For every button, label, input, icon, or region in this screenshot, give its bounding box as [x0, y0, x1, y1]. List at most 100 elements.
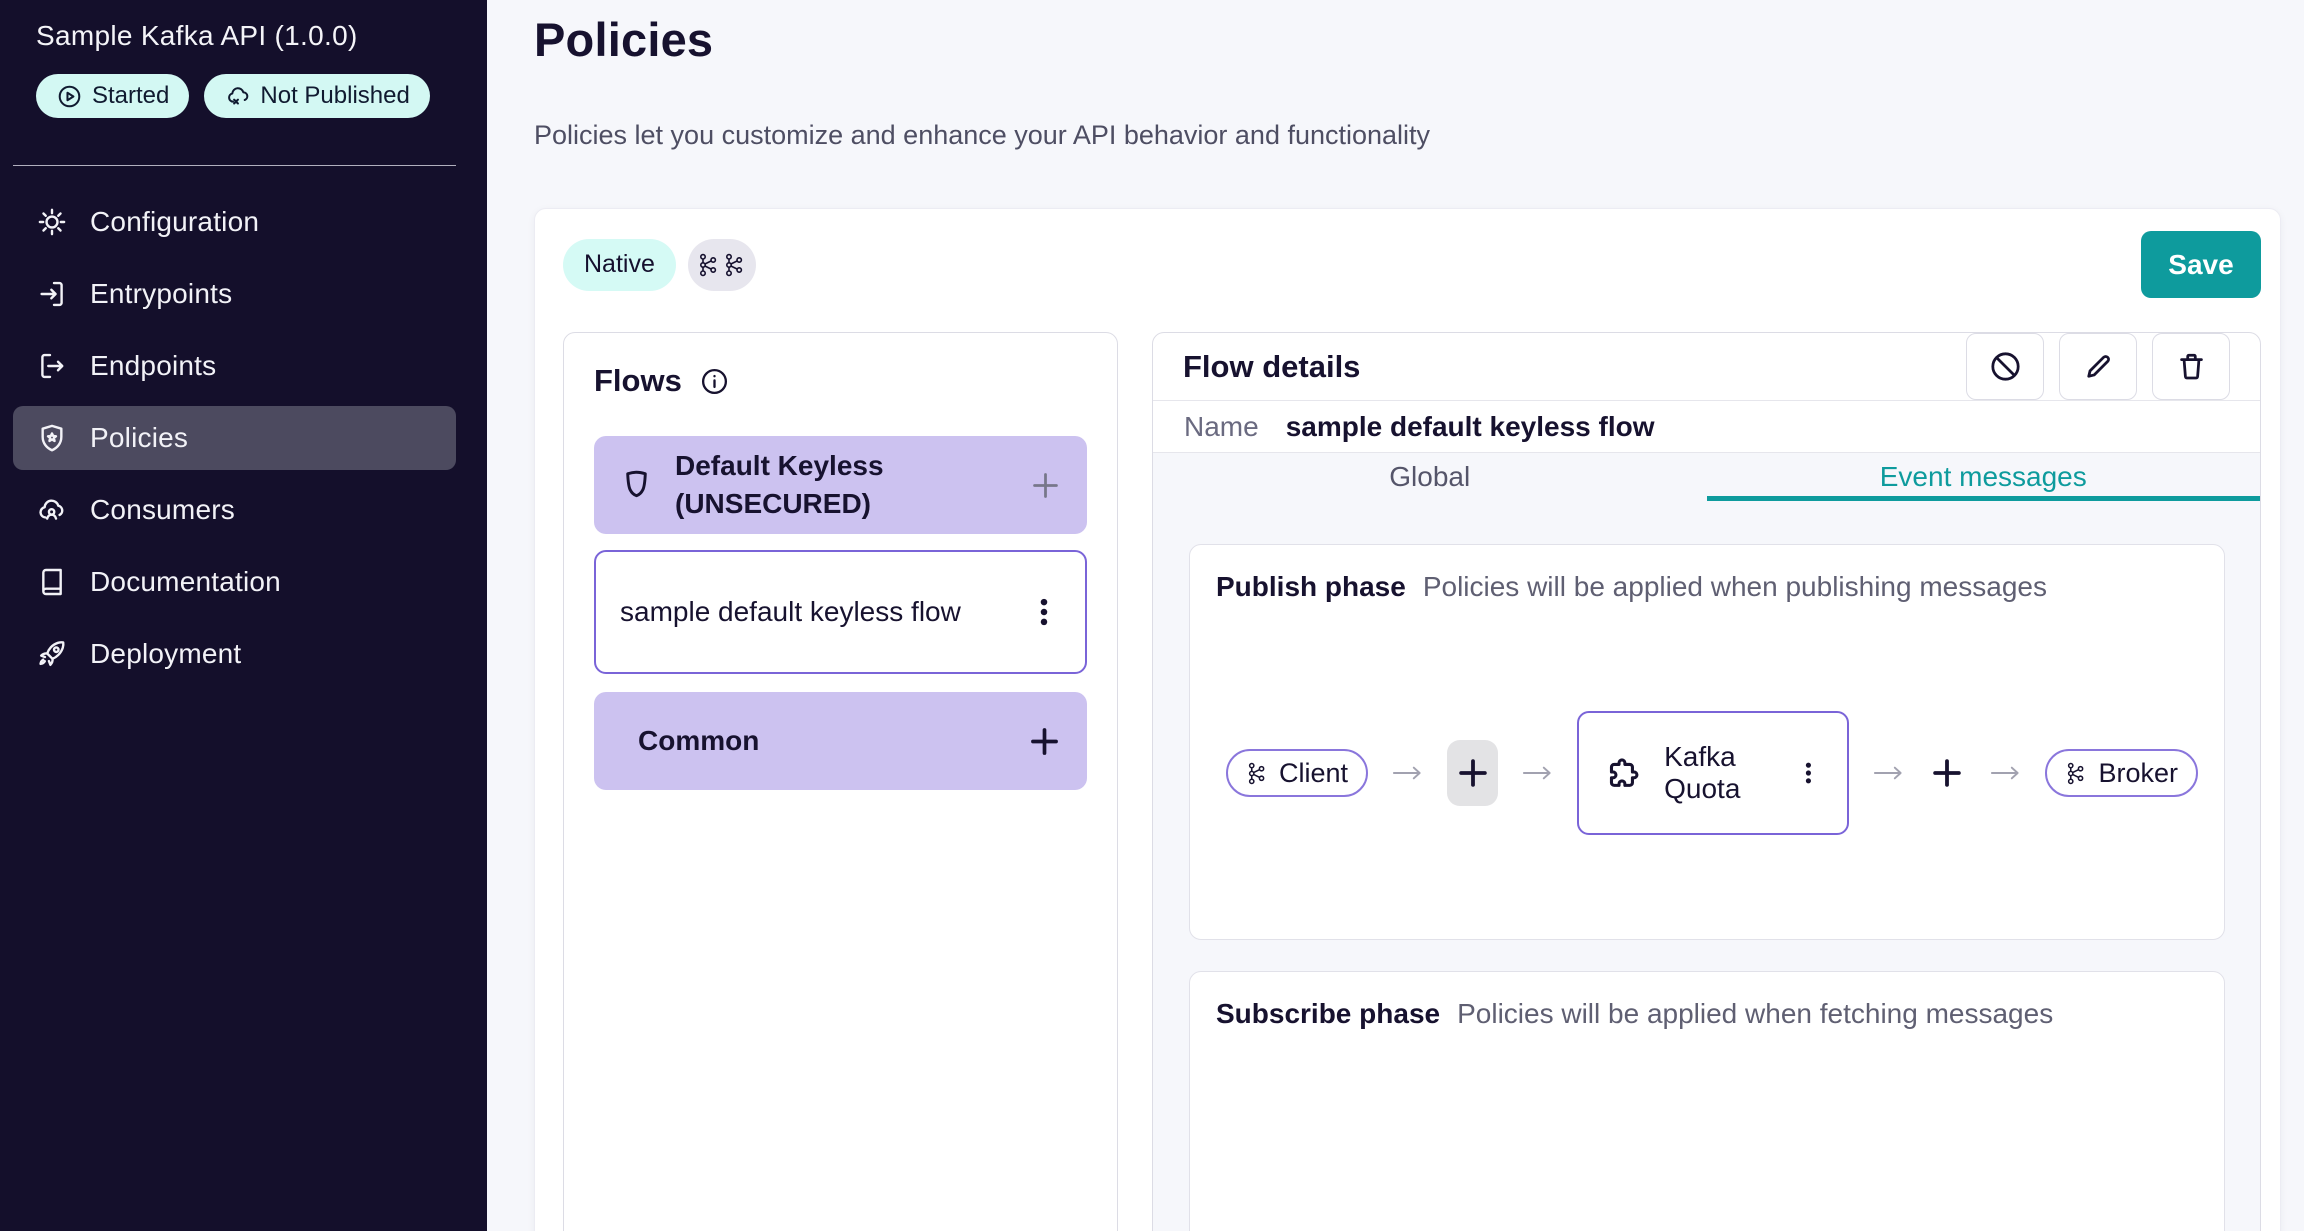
delete-flow-button[interactable]	[2152, 333, 2230, 400]
ban-icon	[1988, 349, 2023, 384]
sidebar-item-label: Documentation	[90, 566, 281, 598]
policy-chain: Client	[1226, 711, 2198, 835]
sidebar: Sample Kafka API (1.0.0) Started Not Pub…	[0, 0, 487, 1231]
info-icon[interactable]	[699, 366, 730, 397]
sidebar-item-label: Endpoints	[90, 350, 216, 382]
chain-source-pill: Client	[1226, 749, 1368, 797]
status-badge-label: Started	[92, 82, 169, 110]
subscribe-phase-card: Subscribe phase Policies will be applied…	[1189, 971, 2225, 1231]
sidebar-item-entrypoints[interactable]: Entrypoints	[13, 262, 456, 326]
sidebar-item-documentation[interactable]: Documentation	[13, 550, 456, 614]
api-title: Sample Kafka API (1.0.0)	[36, 20, 358, 52]
chain-target-label: Broker	[2098, 758, 2178, 789]
phase-title: Subscribe phase	[1216, 998, 1440, 1030]
chain-arrow-icon	[1521, 761, 1554, 785]
add-policy-button[interactable]	[1928, 753, 1966, 793]
kebab-menu-icon[interactable]	[1795, 757, 1822, 789]
sidebar-item-deployment[interactable]: Deployment	[13, 622, 456, 686]
policy-name: Kafka Quota	[1664, 741, 1795, 805]
cloud-person-icon	[36, 494, 68, 526]
flow-item-default-keyless[interactable]: Default Keyless (UNSECURED)	[594, 436, 1087, 534]
kafka-type-chip	[688, 239, 756, 291]
flows-panel: Flows Default Keyless (UNSECURED) sample…	[563, 332, 1118, 1231]
shield-icon	[618, 467, 655, 504]
rocket-icon	[36, 638, 68, 670]
sidebar-item-policies[interactable]: Policies	[13, 406, 456, 470]
trash-icon	[2174, 349, 2209, 384]
flow-details-title: Flow details	[1183, 349, 1360, 385]
flow-item-label: sample default keyless flow	[620, 596, 961, 628]
save-button[interactable]: Save	[2141, 231, 2261, 298]
flow-item-common[interactable]: Common	[594, 692, 1087, 790]
sidebar-item-configuration[interactable]: Configuration	[13, 190, 456, 254]
plus-icon	[1454, 754, 1492, 792]
kafka-icon	[2065, 760, 2088, 787]
plus-icon	[1928, 754, 1966, 792]
sidebar-divider	[13, 165, 456, 166]
policy-card-kafka-quota[interactable]: Kafka Quota	[1577, 711, 1849, 835]
shield-star-icon	[36, 422, 68, 454]
kafka-icon	[697, 251, 721, 279]
page-subtitle: Policies let you customize and enhance y…	[534, 120, 1430, 151]
flow-item-sample-default-keyless-flow[interactable]: sample default keyless flow	[594, 550, 1087, 674]
kafka-icon	[1246, 760, 1269, 787]
flow-name-row: Name sample default keyless flow	[1153, 401, 2260, 453]
phase-description: Policies will be applied when publishing…	[1423, 571, 2047, 603]
chain-arrow-icon	[1391, 761, 1424, 785]
plus-icon[interactable]	[1028, 468, 1063, 503]
panels-row: Flows Default Keyless (UNSECURED) sample…	[563, 332, 2261, 1231]
cloud-x-icon	[224, 83, 251, 110]
gear-icon	[36, 206, 68, 238]
kafka-icon	[723, 251, 747, 279]
flow-details-header: Flow details	[1153, 333, 2260, 401]
flow-details-panel: Flow details	[1152, 332, 2261, 1231]
add-policy-button[interactable]	[1447, 740, 1498, 806]
policies-card: Native Save Flows D	[534, 208, 2281, 1231]
phase-title: Publish phase	[1216, 571, 1406, 603]
flows-header: Flows	[594, 363, 1087, 399]
tab-global[interactable]: Global	[1153, 453, 1707, 501]
chain-arrow-icon	[1989, 761, 2022, 785]
flows-title: Flows	[594, 363, 682, 399]
publish-phase-card: Publish phase Policies will be applied w…	[1189, 544, 2225, 940]
sidebar-item-label: Policies	[90, 422, 188, 454]
status-badge-not-published: Not Published	[204, 74, 429, 118]
kebab-menu-icon[interactable]	[1027, 595, 1061, 629]
flow-details-body: Publish phase Policies will be applied w…	[1153, 501, 2260, 1231]
status-badge-started: Started	[36, 74, 189, 118]
flow-details-tabs: Global Event messages	[1153, 453, 2260, 501]
flow-name-value: sample default keyless flow	[1286, 411, 1655, 443]
publish-phase-header: Publish phase Policies will be applied w…	[1216, 571, 2198, 603]
chain-arrow-icon	[1872, 761, 1905, 785]
api-type-chip: Native	[563, 239, 676, 291]
flow-item-label: Default Keyless (UNSECURED)	[675, 447, 884, 523]
sidebar-item-label: Consumers	[90, 494, 235, 526]
flow-item-label: Common	[638, 722, 759, 760]
edit-flow-button[interactable]	[2059, 333, 2137, 400]
pencil-icon	[2081, 349, 2116, 384]
subscribe-phase-header: Subscribe phase Policies will be applied…	[1216, 998, 2198, 1030]
sidebar-nav: Configuration Entrypoints Endpoints Poli…	[13, 190, 456, 686]
sidebar-item-label: Deployment	[90, 638, 241, 670]
main-content: Policies Policies let you customize and …	[487, 0, 2304, 1231]
api-status-badges: Started Not Published	[36, 74, 430, 118]
play-circle-icon	[56, 83, 83, 110]
tab-event-messages[interactable]: Event messages	[1707, 453, 2261, 501]
chain-target-pill: Broker	[2045, 749, 2198, 797]
phase-description: Policies will be applied when fetching m…	[1457, 998, 2053, 1030]
sidebar-item-label: Configuration	[90, 206, 259, 238]
sidebar-item-consumers[interactable]: Consumers	[13, 478, 456, 542]
book-icon	[36, 566, 68, 598]
flow-details-actions	[1966, 333, 2230, 400]
flow-name-label: Name	[1184, 411, 1259, 443]
arrow-into-box-icon	[36, 278, 68, 310]
status-badge-label: Not Published	[260, 82, 409, 110]
page-title: Policies	[534, 12, 713, 67]
sidebar-item-endpoints[interactable]: Endpoints	[13, 334, 456, 398]
disable-flow-button[interactable]	[1966, 333, 2044, 400]
chain-source-label: Client	[1279, 758, 1348, 789]
app-window: Sample Kafka API (1.0.0) Started Not Pub…	[0, 0, 2304, 1231]
plus-icon[interactable]	[1026, 723, 1063, 760]
puzzle-icon	[1605, 755, 1642, 792]
policies-toolbar: Native Save	[563, 231, 2261, 298]
